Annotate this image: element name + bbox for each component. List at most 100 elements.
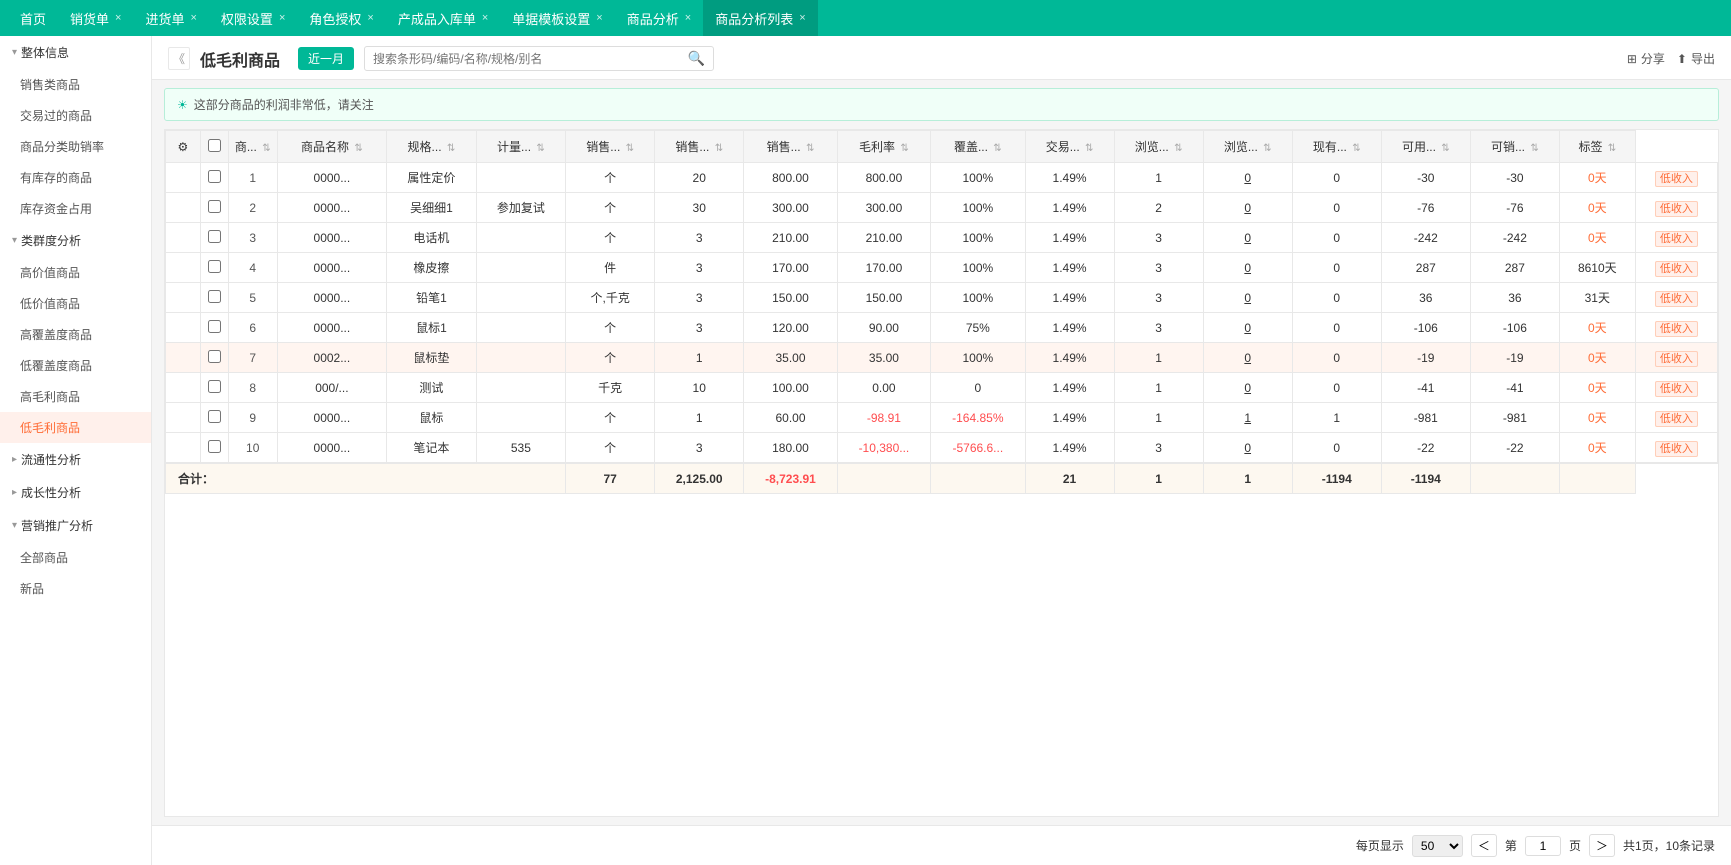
views1-link[interactable]: 1 xyxy=(1244,411,1251,425)
sidebar-item-new-products[interactable]: 新品 xyxy=(0,573,151,604)
sidebar-item-sales-products[interactable]: 销售类商品 xyxy=(0,69,151,100)
row-views1[interactable]: 0 xyxy=(1203,193,1292,223)
nav-home[interactable]: 首页 xyxy=(8,0,58,36)
col-spec[interactable]: 规格... ⇅ xyxy=(387,131,476,163)
sidebar-group-cluster[interactable]: ▾ 类群度分析 xyxy=(0,224,151,257)
sidebar-item-in-stock[interactable]: 有库存的商品 xyxy=(0,162,151,193)
col-stock-current[interactable]: 现有... ⇅ xyxy=(1292,131,1381,163)
nav-analysis-list[interactable]: 商品分析列表 × xyxy=(703,0,817,36)
row-checkbox[interactable] xyxy=(208,260,221,273)
close-icon[interactable]: × xyxy=(115,12,121,24)
col-views1[interactable]: 浏览... ⇅ xyxy=(1114,131,1203,163)
row-checkbox-cell[interactable] xyxy=(200,433,228,464)
row-checkbox-cell[interactable] xyxy=(200,343,228,373)
sidebar-item-stock-capital[interactable]: 库存资金占用 xyxy=(0,193,151,224)
collapse-sidebar-button[interactable]: 《 xyxy=(168,47,190,70)
row-checkbox[interactable] xyxy=(208,170,221,183)
col-sales-profit[interactable]: 销售... ⇅ xyxy=(744,131,837,163)
col-stock-available[interactable]: 可用... ⇅ xyxy=(1381,131,1470,163)
row-checkbox-cell[interactable] xyxy=(200,283,228,313)
sidebar-group-overall[interactable]: ▾ 整体信息 xyxy=(0,36,151,69)
sidebar-item-low-coverage[interactable]: 低覆盖度商品 xyxy=(0,350,151,381)
nav-sales-order[interactable]: 销货单 × xyxy=(58,0,133,36)
close-icon[interactable]: × xyxy=(279,12,285,24)
views1-link[interactable]: 0 xyxy=(1244,231,1251,245)
views1-link[interactable]: 0 xyxy=(1244,381,1251,395)
col-name[interactable]: 商品名称 ⇅ xyxy=(277,131,387,163)
row-checkbox-cell[interactable] xyxy=(200,253,228,283)
views1-link[interactable]: 0 xyxy=(1244,171,1251,185)
sidebar-group-circulation[interactable]: ▸ 流通性分析 xyxy=(0,443,151,476)
search-icon[interactable]: 🔍 xyxy=(688,50,705,67)
row-checkbox[interactable] xyxy=(208,320,221,333)
period-button[interactable]: 近一月 xyxy=(298,47,354,70)
row-checkbox[interactable] xyxy=(208,290,221,303)
nav-product-analysis[interactable]: 商品分析 × xyxy=(615,0,703,36)
row-views1[interactable]: 0 xyxy=(1203,373,1292,403)
row-checkbox[interactable] xyxy=(208,440,221,453)
row-checkbox-cell[interactable] xyxy=(200,223,228,253)
row-checkbox[interactable] xyxy=(208,230,221,243)
export-button[interactable]: ⬆ 导出 xyxy=(1677,50,1715,67)
col-unit[interactable]: 计量... ⇅ xyxy=(476,131,565,163)
col-trades[interactable]: 交易... ⇅ xyxy=(1025,131,1114,163)
row-checkbox-cell[interactable] xyxy=(200,193,228,223)
row-checkbox[interactable] xyxy=(208,200,221,213)
nav-permission-settings[interactable]: 权限设置 × xyxy=(209,0,297,36)
next-page-button[interactable]: ＞ xyxy=(1589,834,1615,857)
sidebar-group-growth[interactable]: ▸ 成长性分析 xyxy=(0,476,151,509)
sidebar-item-high-coverage[interactable]: 高覆盖度商品 xyxy=(0,319,151,350)
views1-link[interactable]: 0 xyxy=(1244,291,1251,305)
search-input[interactable] xyxy=(373,52,688,66)
close-icon[interactable]: × xyxy=(799,12,805,24)
row-views1[interactable]: 0 xyxy=(1203,313,1292,343)
sidebar-item-all-products[interactable]: 全部商品 xyxy=(0,542,151,573)
col-tag[interactable]: 标签 ⇅ xyxy=(1559,131,1635,163)
row-views1[interactable]: 0 xyxy=(1203,223,1292,253)
row-views1[interactable]: 0 xyxy=(1203,283,1292,313)
col-select-all[interactable] xyxy=(200,131,228,163)
views1-link[interactable]: 0 xyxy=(1244,351,1251,365)
col-sales-qty[interactable]: 销售... ⇅ xyxy=(566,131,655,163)
row-checkbox-cell[interactable] xyxy=(200,313,228,343)
row-views1[interactable]: 0 xyxy=(1203,343,1292,373)
page-number-input[interactable] xyxy=(1525,836,1561,856)
col-settings[interactable]: ⚙ xyxy=(166,131,201,163)
row-views1[interactable]: 1 xyxy=(1203,403,1292,433)
sidebar-item-high-margin[interactable]: 高毛利商品 xyxy=(0,381,151,412)
row-checkbox[interactable] xyxy=(208,410,221,423)
nav-template-settings[interactable]: 单据模板设置 × xyxy=(500,0,614,36)
sidebar-group-marketing[interactable]: ▾ 营销推广分析 xyxy=(0,509,151,542)
col-gross-margin[interactable]: 毛利率 ⇅ xyxy=(837,131,930,163)
col-days-sellable[interactable]: 可销... ⇅ xyxy=(1470,131,1559,163)
views1-link[interactable]: 0 xyxy=(1244,261,1251,275)
per-page-select[interactable]: 50 20 100 xyxy=(1412,835,1463,857)
prev-page-button[interactable]: ＜ xyxy=(1471,834,1497,857)
sidebar-item-traded-products[interactable]: 交易过的商品 xyxy=(0,100,151,131)
close-icon[interactable]: × xyxy=(685,12,691,24)
sidebar-item-high-value[interactable]: 高价值商品 xyxy=(0,257,151,288)
views1-link[interactable]: 0 xyxy=(1244,201,1251,215)
sidebar-item-category-rate[interactable]: 商品分类助销率 xyxy=(0,131,151,162)
nav-product-inbound[interactable]: 产成品入库单 × xyxy=(386,0,500,36)
views1-link[interactable]: 0 xyxy=(1244,441,1251,455)
row-checkbox[interactable] xyxy=(208,350,221,363)
col-code[interactable]: 商... ⇅ xyxy=(228,131,277,163)
sidebar-item-low-value[interactable]: 低价值商品 xyxy=(0,288,151,319)
close-icon[interactable]: × xyxy=(367,12,373,24)
row-checkbox-cell[interactable] xyxy=(200,373,228,403)
row-views1[interactable]: 0 xyxy=(1203,163,1292,193)
views1-link[interactable]: 0 xyxy=(1244,321,1251,335)
select-all-checkbox[interactable] xyxy=(208,139,221,152)
close-icon[interactable]: × xyxy=(596,12,602,24)
col-coverage[interactable]: 覆盖... ⇅ xyxy=(931,131,1025,163)
row-views1[interactable]: 0 xyxy=(1203,253,1292,283)
row-checkbox-cell[interactable] xyxy=(200,403,228,433)
close-icon[interactable]: × xyxy=(190,12,196,24)
col-sales-amount[interactable]: 销售... ⇅ xyxy=(655,131,744,163)
col-views2[interactable]: 浏览... ⇅ xyxy=(1203,131,1292,163)
sidebar-item-low-margin[interactable]: 低毛利商品 xyxy=(0,412,151,443)
row-views1[interactable]: 0 xyxy=(1203,433,1292,464)
share-button[interactable]: ⊞ 分享 xyxy=(1627,50,1665,67)
row-checkbox-cell[interactable] xyxy=(200,163,228,193)
